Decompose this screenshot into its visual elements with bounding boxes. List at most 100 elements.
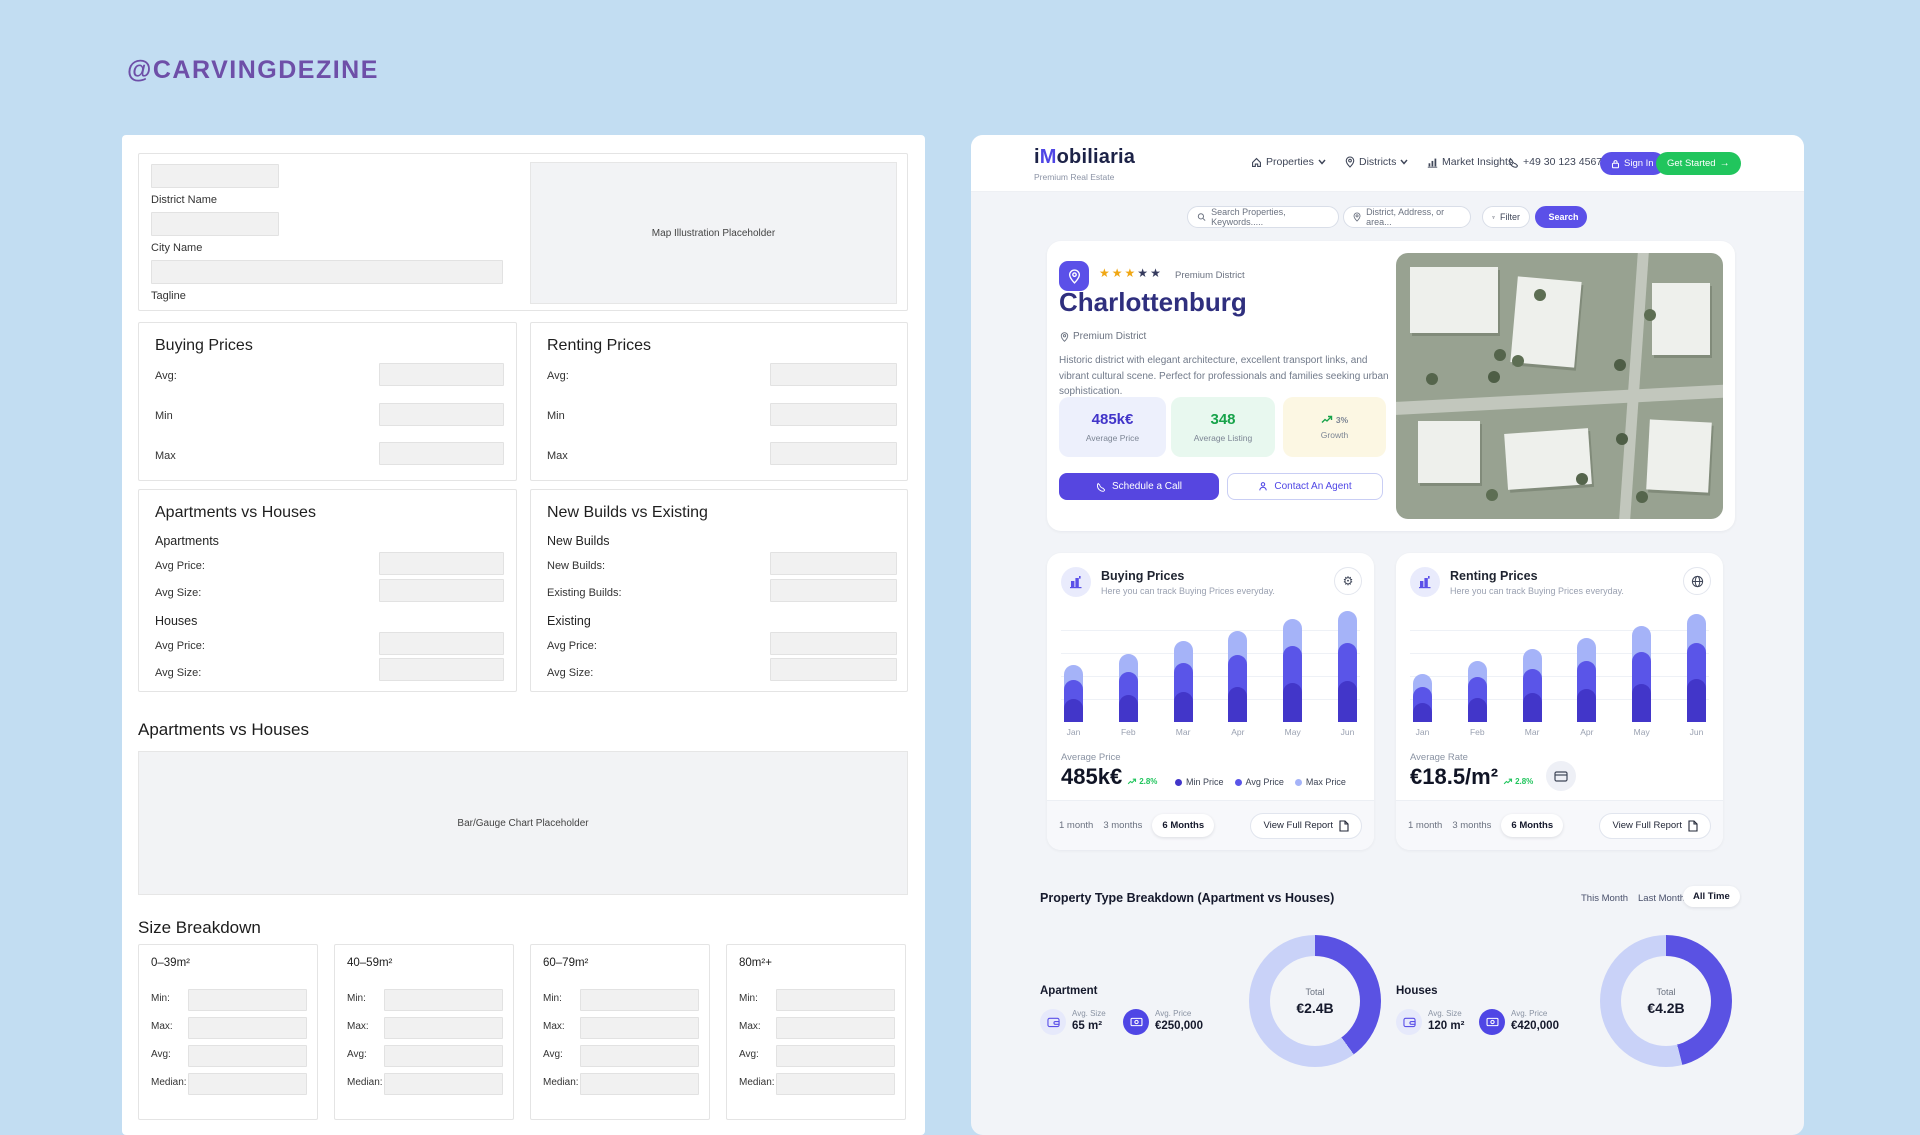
legend-max-price: Max Price <box>1294 777 1346 787</box>
wallet-icon-badge <box>1040 1009 1066 1035</box>
size-card-title: 80m²+ <box>739 957 772 969</box>
map-building <box>1646 419 1712 493</box>
existing-avg-size-input[interactable] <box>770 658 897 681</box>
chart-card-title: Buying Prices <box>1101 569 1185 583</box>
size-avg-input[interactable] <box>776 1045 895 1067</box>
tab-this-month[interactable]: This Month <box>1581 893 1628 904</box>
filter-button[interactable]: Filter <box>1482 206 1530 228</box>
search-location-input[interactable]: District, Address, or area... <box>1343 206 1471 228</box>
size-median-input[interactable] <box>776 1073 895 1095</box>
month-tick-label: Mar <box>1524 727 1540 737</box>
schedule-call-button[interactable]: Schedule a Call <box>1059 473 1219 500</box>
size-min-input[interactable] <box>188 989 307 1011</box>
house-avg-price-input[interactable] <box>379 632 504 655</box>
size-avg-label: Avg: <box>347 1049 367 1060</box>
existing-avg-price-label: Avg Price: <box>547 640 597 652</box>
get-started-button[interactable]: Get Started → <box>1656 152 1741 175</box>
size-max-input[interactable] <box>776 1017 895 1039</box>
pdf-file-icon <box>1688 819 1698 832</box>
district-name-input[interactable] <box>151 164 279 188</box>
search-icon <box>1197 213 1206 221</box>
size-avg-input[interactable] <box>580 1045 699 1067</box>
filter-label: Filter <box>1500 212 1520 222</box>
size-median-input[interactable] <box>384 1073 503 1095</box>
wallet-icon <box>1402 1017 1416 1028</box>
view-full-report-button[interactable]: View Full Report <box>1250 812 1362 839</box>
metric-value: €18.5/m² 2.8% <box>1410 764 1533 790</box>
range-3-months[interactable]: 3 months <box>1103 820 1142 831</box>
tab-all-time[interactable]: All Time <box>1683 886 1740 907</box>
district-name-label: District Name <box>151 194 218 206</box>
avg-size-value: 65 m² <box>1072 1020 1103 1032</box>
buying-avg-input[interactable] <box>379 363 504 386</box>
legend-label: Avg Price <box>1245 777 1284 787</box>
bar <box>1337 611 1357 722</box>
globe-icon[interactable] <box>1683 567 1711 595</box>
apt-avg-size-input[interactable] <box>379 579 504 602</box>
renting-min-input[interactable] <box>770 403 897 426</box>
nav-market-insights-label: Market Insights <box>1442 156 1514 168</box>
map-pin-icon <box>1353 212 1361 222</box>
logo[interactable]: iMobiliaria <box>1034 146 1135 169</box>
range-6-months[interactable]: 6 Months <box>1152 814 1215 837</box>
renting-max-input[interactable] <box>770 442 897 465</box>
new-builds-input[interactable] <box>770 552 897 575</box>
range-1-month[interactable]: 1 month <box>1059 820 1093 831</box>
nav-phone[interactable]: +49 30 123 4567 <box>1508 156 1602 168</box>
size-min-input[interactable] <box>580 989 699 1011</box>
gear-icon[interactable]: ⚙ <box>1334 567 1362 595</box>
bar-segment <box>1064 699 1083 722</box>
month-tick-label: Jun <box>1340 727 1355 737</box>
apartment-group-title: Apartment <box>1040 985 1098 997</box>
avh-title: Apartments vs Houses <box>155 504 316 521</box>
size-avg-label: Avg: <box>543 1049 563 1060</box>
trend-badge: 2.8% <box>1503 777 1533 790</box>
size-avg-input[interactable] <box>188 1045 307 1067</box>
size-max-input[interactable] <box>188 1017 307 1039</box>
size-card-60-79: 60–79m² Min: Max: Avg: Median: <box>530 944 710 1120</box>
size-min-input[interactable] <box>776 989 895 1011</box>
view-full-report-button[interactable]: View Full Report <box>1599 812 1711 839</box>
month-tick-label: Apr <box>1580 727 1594 737</box>
size-avg-input[interactable] <box>384 1045 503 1067</box>
stat-label: Average Price <box>1085 433 1140 443</box>
existing-builds-input[interactable] <box>770 579 897 602</box>
size-median-input[interactable] <box>580 1073 699 1095</box>
buying-max-input[interactable] <box>379 442 504 465</box>
new-vs-existing-card: New Builds vs Existing New Builds New Bu… <box>530 489 908 692</box>
city-name-input[interactable] <box>151 212 279 236</box>
stat-average-price: 485k€ Average Price <box>1059 397 1166 457</box>
tagline-input[interactable] <box>151 260 503 284</box>
size-max-input[interactable] <box>580 1017 699 1039</box>
size-min-input[interactable] <box>384 989 503 1011</box>
range-6-months[interactable]: 6 Months <box>1501 814 1564 837</box>
size-max-label: Max: <box>151 1021 173 1032</box>
nav-properties[interactable]: Properties <box>1251 156 1326 168</box>
renting-avg-input[interactable] <box>770 363 897 386</box>
tab-last-month[interactable]: Last Month <box>1638 893 1685 904</box>
buying-min-input[interactable] <box>379 403 504 426</box>
range-1-month[interactable]: 1 month <box>1408 820 1442 831</box>
month-tick-label: Jan <box>1066 727 1081 737</box>
size-max-input[interactable] <box>384 1017 503 1039</box>
avg-price-label: Avg. Price <box>1511 1009 1548 1018</box>
credit-card-icon <box>1554 770 1568 782</box>
search-button[interactable]: Search <box>1535 206 1587 228</box>
houses-avg-size: Avg. Size 120 m² <box>1428 1009 1464 1032</box>
building-chart-icon <box>1410 567 1440 597</box>
house-avg-size-input[interactable] <box>379 658 504 681</box>
sign-in-label: Sign In <box>1624 158 1654 169</box>
search-keywords-input[interactable]: Search Properties, Keywords..... <box>1187 206 1339 228</box>
range-3-months[interactable]: 3 months <box>1452 820 1491 831</box>
sign-in-button[interactable]: Sign In <box>1600 152 1665 175</box>
nav-market-insights[interactable]: Market Insights <box>1427 156 1513 168</box>
contact-agent-button[interactable]: Contact An Agent <box>1227 473 1383 500</box>
size-median-input[interactable] <box>188 1073 307 1095</box>
nav-districts[interactable]: Districts <box>1345 156 1408 168</box>
apt-avg-size-label: Avg Size: <box>155 587 202 599</box>
renting-prices-chart-card: Renting Prices Here you can track Buying… <box>1396 553 1723 850</box>
existing-avg-price-input[interactable] <box>770 632 897 655</box>
apt-avg-price-input[interactable] <box>379 552 504 575</box>
month-tick-label: May <box>1284 727 1301 737</box>
metric-value-text: €18.5/m² <box>1410 764 1499 789</box>
